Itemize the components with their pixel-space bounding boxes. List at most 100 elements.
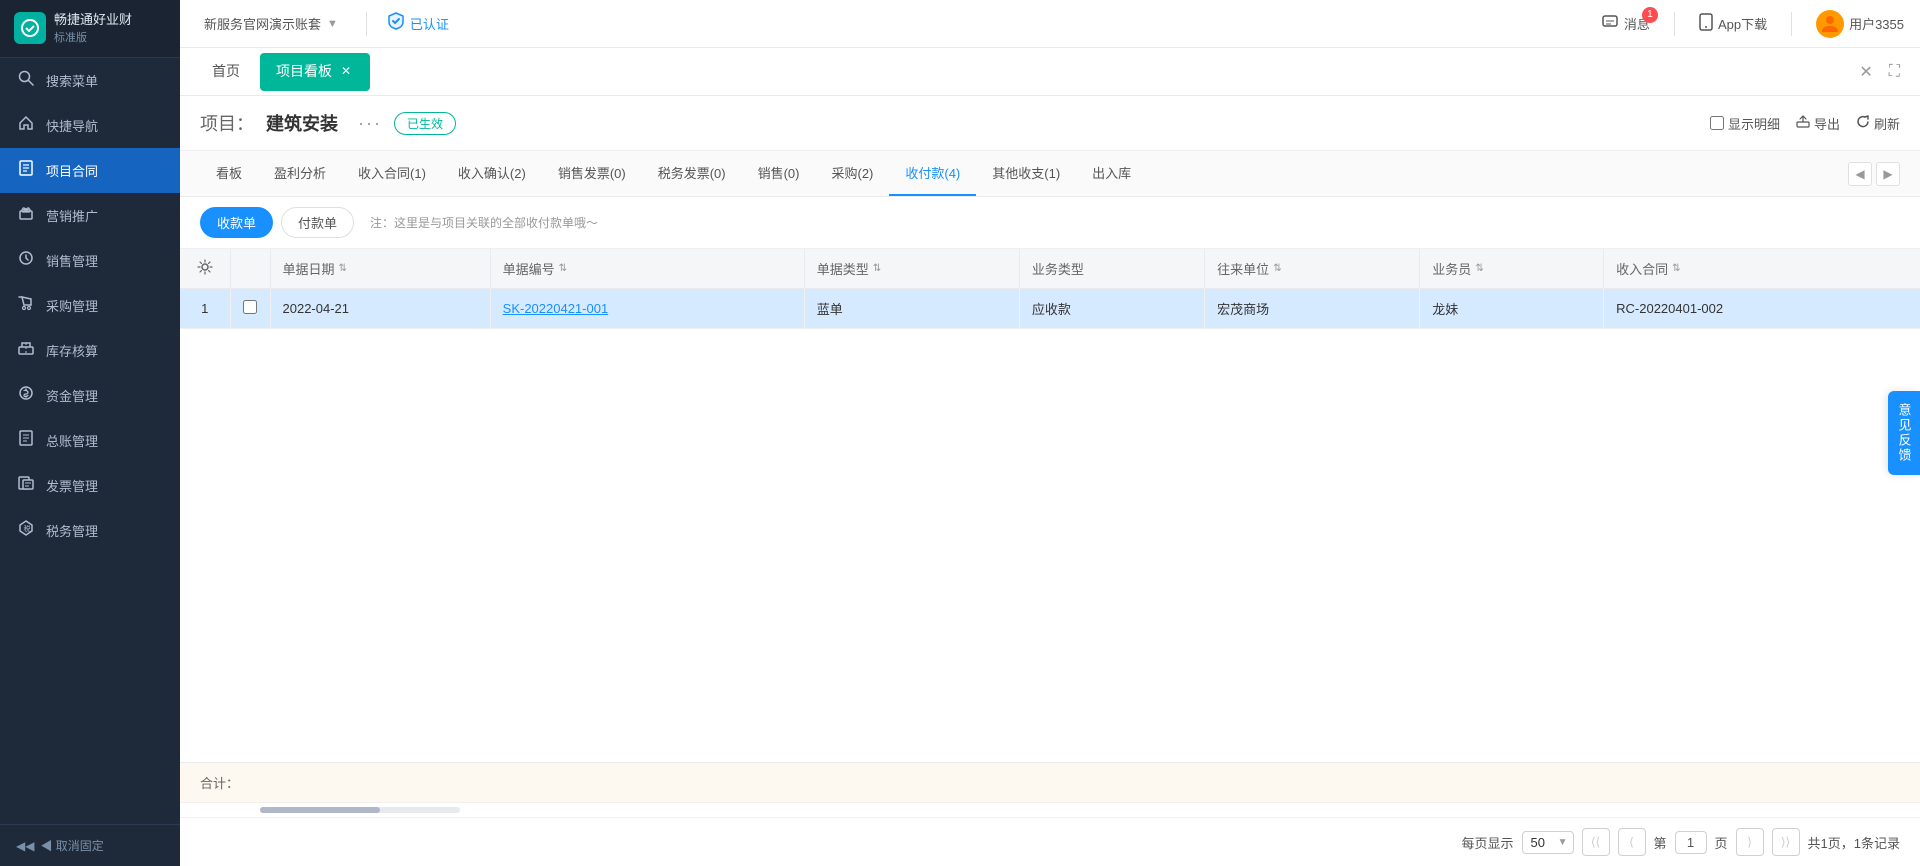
subtab-income-confirm[interactable]: 收入确认(2) — [442, 151, 542, 196]
document-number-link[interactable]: SK-20220421-001 — [503, 301, 609, 316]
topbar-right: 消息 1 App下载 用户3355 — [1601, 10, 1904, 38]
biz-type-col-label: 业务类型 — [1032, 262, 1084, 277]
income-contract-col-label: 收入合同 — [1616, 259, 1668, 278]
app-download-btn[interactable]: App下载 — [1699, 13, 1767, 34]
prev-page-btn[interactable]: ⟨ — [1618, 828, 1646, 856]
current-page[interactable]: 1 — [1675, 831, 1707, 854]
date-col-header[interactable]: 单据日期 ⇅ — [270, 249, 490, 289]
close-window-icon[interactable]: ✕ — [1855, 58, 1876, 86]
table-empty-space — [180, 329, 1920, 762]
sidebar-item-marketing[interactable]: 营销推广 — [0, 193, 180, 238]
sidebar-item-sales-label: 销售管理 — [46, 251, 98, 270]
sidebar-item-sales[interactable]: 销售管理 — [0, 238, 180, 283]
next-page-btn[interactable]: ⟩ — [1736, 828, 1764, 856]
sidebar-item-finance[interactable]: 资金管理 — [0, 373, 180, 418]
sidebar-item-search[interactable]: 搜索菜单 — [0, 58, 180, 103]
sidebar-item-inventory[interactable]: 库存核算 — [0, 328, 180, 373]
sidebar-item-invoice[interactable]: 发票管理 — [0, 463, 180, 508]
view-note: 注：这里是与项目关联的全部收付款单哦～ — [370, 214, 598, 231]
refresh-icon — [1856, 115, 1870, 132]
subtab-income-contract[interactable]: 收入合同(1) — [342, 151, 442, 196]
table-row[interactable]: 1 2022-04-21 SK-20220421-001 蓝单 应收款 宏茂商场… — [180, 289, 1920, 329]
first-page-btn[interactable]: ⟨⟨ — [1582, 828, 1610, 856]
subtab-next-btn[interactable]: ▶ — [1876, 162, 1900, 186]
subtab-payment[interactable]: 收付款(4) — [889, 151, 976, 196]
payment-btn-label: 付款单 — [298, 216, 337, 231]
subtab-income-contract-label: 收入合同(1) — [358, 166, 426, 181]
show-detail-checkbox[interactable] — [1710, 116, 1724, 130]
subtab-sales-label: 销售(0) — [758, 166, 800, 181]
project-label: 项目： — [200, 110, 254, 136]
page-size-wrapper: 50 100 200 ▼ — [1522, 831, 1574, 854]
horizontal-scrollbar-track[interactable] — [260, 807, 460, 813]
export-icon — [1796, 115, 1810, 132]
subtab-sales-invoice[interactable]: 销售发票(0) — [542, 151, 642, 196]
sidebar-pin-toggle[interactable]: ◀◀ ◀ 取消固定 — [0, 824, 180, 866]
certified-badge: 已认证 — [387, 12, 449, 35]
messages-btn[interactable]: 消息 1 — [1601, 13, 1650, 34]
sidebar-footer-label: ◀ 取消固定 — [40, 837, 103, 854]
salesperson-col-header[interactable]: 业务员 ⇅ — [1420, 249, 1604, 289]
page-label: 第 — [1654, 833, 1667, 852]
counterpart-sort-icon: ⇅ — [1273, 263, 1281, 274]
total-label: 合计： — [200, 776, 239, 791]
horizontal-scrollbar-thumb[interactable] — [260, 807, 380, 813]
inventory-icon — [16, 340, 36, 361]
number-col-header[interactable]: 单据编号 ⇅ — [490, 249, 804, 289]
sidebar-item-tax[interactable]: 税 税务管理 — [0, 508, 180, 553]
sidebar-item-quicknav-label: 快捷导航 — [46, 116, 98, 135]
income-contract-col-header[interactable]: 收入合同 ⇅ — [1604, 249, 1920, 289]
subtab-inout-label: 出入库 — [1092, 166, 1131, 181]
subtab-prev-btn[interactable]: ◀ — [1848, 162, 1872, 186]
row-date: 2022-04-21 — [270, 289, 490, 329]
row-type: 蓝单 — [804, 289, 1019, 329]
project-more-btn[interactable]: ··· — [358, 113, 382, 134]
project-selector[interactable]: 新服务官网演示账套 ▼ — [196, 10, 346, 37]
project-selector-arrow: ▼ — [327, 18, 338, 30]
ledger-icon — [16, 430, 36, 451]
records-table: 单据日期 ⇅ 单据编号 ⇅ 单据类型 — [180, 249, 1920, 329]
export-btn[interactable]: 导出 — [1796, 114, 1840, 133]
tab-close-btn[interactable]: ✕ — [338, 63, 354, 79]
subtab-profit[interactable]: 盈利分析 — [258, 151, 342, 196]
sidebar-item-project[interactable]: 项目合同 — [0, 148, 180, 193]
sidebar-item-purchase[interactable]: 采购管理 — [0, 283, 180, 328]
row-number[interactable]: SK-20220421-001 — [490, 289, 804, 329]
subtab-sales[interactable]: 销售(0) — [742, 151, 816, 196]
tab-home-label: 首页 — [212, 63, 240, 79]
settings-col-header[interactable] — [180, 249, 230, 289]
row-checkbox[interactable] — [230, 289, 270, 329]
tab-home[interactable]: 首页 — [196, 53, 256, 91]
app-logo — [14, 12, 46, 44]
view-payment-btn[interactable]: 付款单 — [281, 207, 354, 238]
sidebar-item-ledger-label: 总账管理 — [46, 431, 98, 450]
messages-badge: 1 — [1642, 7, 1658, 23]
feedback-btn[interactable]: 意见反馈 — [1888, 391, 1920, 475]
subtab-tax-invoice[interactable]: 税务发票(0) — [642, 151, 742, 196]
type-col-header[interactable]: 单据类型 ⇅ — [804, 249, 1019, 289]
number-sort-icon: ⇅ — [559, 263, 567, 274]
tab-project-board[interactable]: 项目看板 ✕ — [260, 53, 370, 91]
subtab-other-income[interactable]: 其他收支(1) — [976, 151, 1076, 196]
row-counterpart: 宏茂商场 — [1205, 289, 1420, 329]
counterpart-col-header[interactable]: 往来单位 ⇅ — [1205, 249, 1420, 289]
project-actions: 显示明细 导出 刷新 — [1710, 114, 1900, 133]
subtabs: 看板 盈利分析 收入合同(1) 收入确认(2) 销售发票(0) 税务发票(0) … — [180, 151, 1920, 197]
sidebar-nav: 搜索菜单 快捷导航 项目合同 营销推广 销售管理 — [0, 58, 180, 824]
row-select-checkbox[interactable] — [243, 300, 257, 314]
subtab-kanban[interactable]: 看板 — [200, 151, 258, 196]
page-size-select[interactable]: 50 100 200 — [1522, 831, 1574, 854]
subtab-inout[interactable]: 出入库 — [1076, 151, 1147, 196]
subtab-purchase[interactable]: 采购(2) — [815, 151, 889, 196]
show-detail-toggle[interactable]: 显示明细 — [1710, 114, 1780, 133]
maximize-icon[interactable]: ⛶ — [1885, 59, 1904, 85]
user-menu[interactable]: 用户3355 — [1816, 10, 1904, 38]
view-receipt-btn[interactable]: 收款单 — [200, 207, 273, 238]
unpin-icon: ◀◀ — [16, 839, 34, 853]
refresh-btn[interactable]: 刷新 — [1856, 114, 1900, 133]
sidebar-item-ledger[interactable]: 总账管理 — [0, 418, 180, 463]
user-label: 用户3355 — [1849, 14, 1904, 33]
last-page-btn[interactable]: ⟩⟩ — [1772, 828, 1800, 856]
sidebar-item-quicknav[interactable]: 快捷导航 — [0, 103, 180, 148]
subtab-tax-invoice-label: 税务发票(0) — [658, 166, 726, 181]
